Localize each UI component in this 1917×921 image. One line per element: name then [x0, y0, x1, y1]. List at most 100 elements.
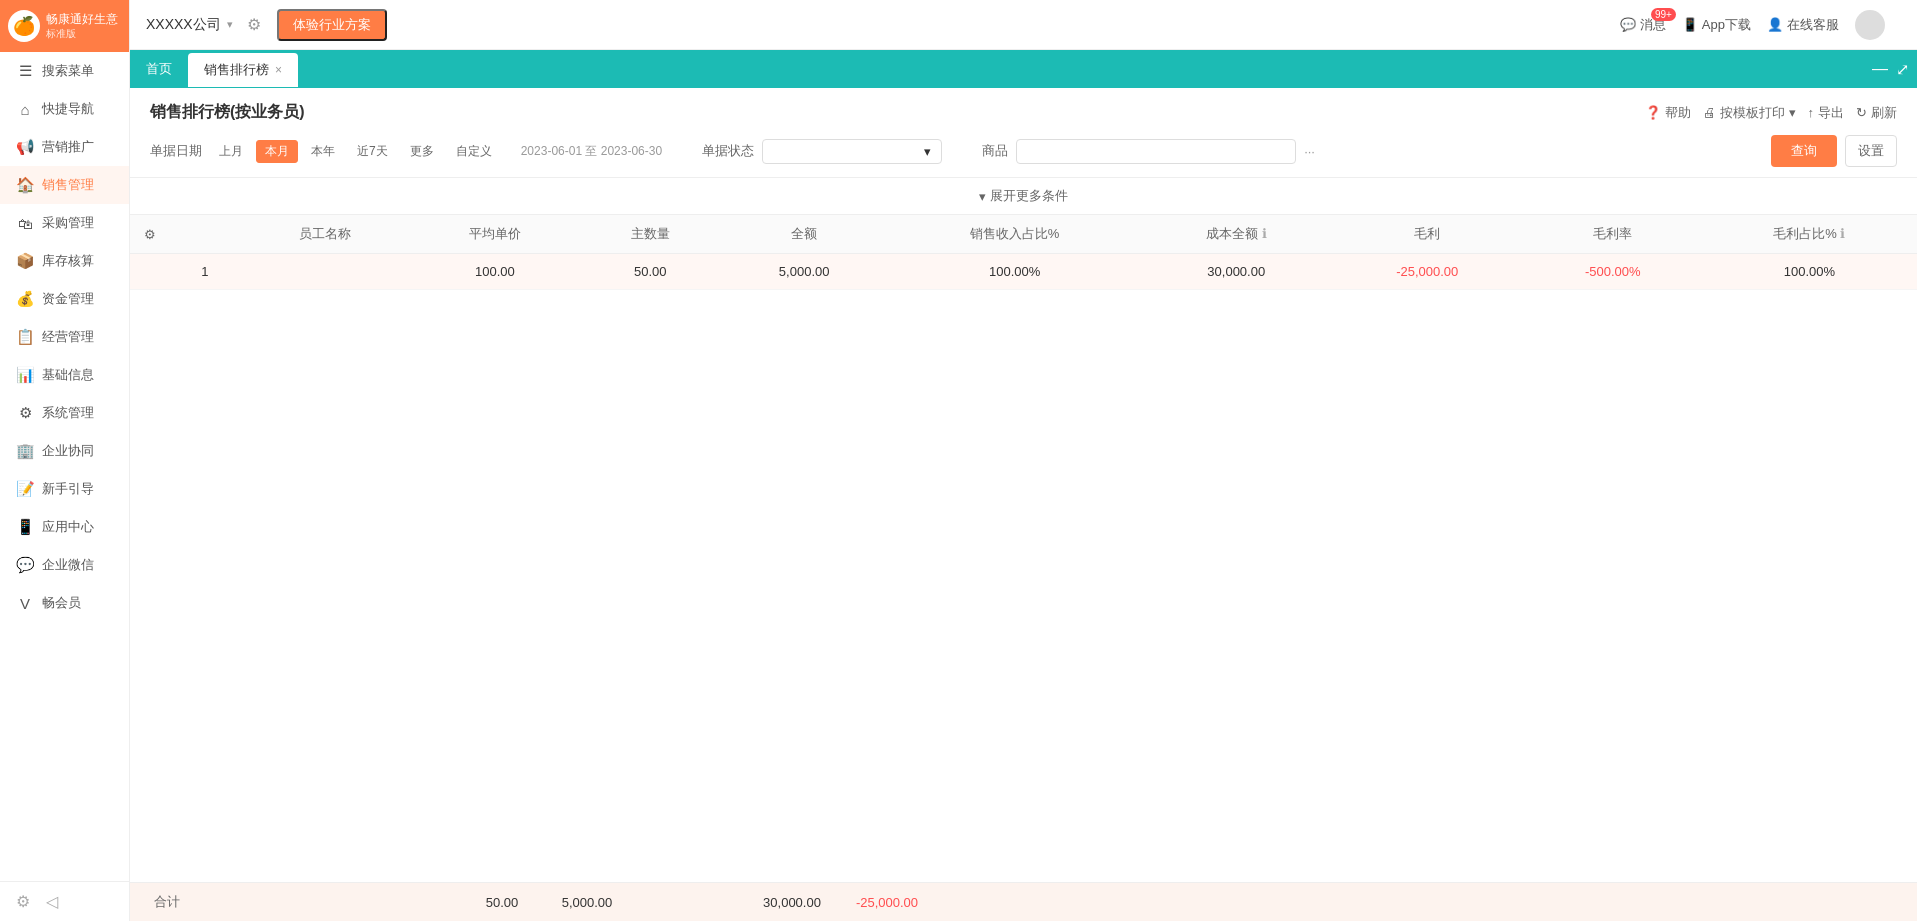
user-avatar[interactable]: [1855, 10, 1885, 40]
sidebar-item-purchase[interactable]: 🛍 采购管理: [0, 204, 129, 242]
sidebar-collapse-icon[interactable]: ◁: [46, 892, 58, 911]
sidebar-item-system[interactable]: ⚙ 系统管理: [0, 394, 129, 432]
query-button[interactable]: 查询: [1771, 135, 1837, 167]
date-filter-label: 单据日期: [150, 142, 202, 160]
sidebar-label-inventory: 库存核算: [42, 252, 94, 270]
expand-label: 展开更多条件: [990, 187, 1068, 205]
topbar-right: 💬 消息 99+ 📱 App下载 👤 在线客服: [1620, 10, 1901, 40]
tab-minimize-icon[interactable]: —: [1872, 60, 1888, 78]
col-header-employee: 员工名称: [240, 215, 410, 254]
page-title-row: 销售排行榜(按业务员) ❓ 帮助 🖨 按模板打印 ▾ ↑ 导出: [150, 102, 1897, 123]
date-range-display: 2023-06-01 至 2023-06-30: [521, 143, 662, 160]
topbar-gear-icon[interactable]: ⚙: [247, 15, 261, 34]
goods-input[interactable]: [1025, 144, 1287, 159]
row-amount-cell: 5,000.00: [721, 254, 888, 290]
col-header-cost: 成本全额 ℹ: [1142, 215, 1331, 254]
company-name: XXXXX公司: [146, 16, 221, 34]
content-area: 销售排行榜(按业务员) ❓ 帮助 🖨 按模板打印 ▾ ↑ 导出: [130, 88, 1917, 921]
footer-gross-cell: -25,000.00: [842, 895, 932, 910]
more-options-icon[interactable]: ···: [1304, 144, 1315, 159]
date-btn-custom[interactable]: 自定义: [447, 140, 501, 163]
sidebar-item-enterprise[interactable]: 🏢 企业协同: [0, 432, 129, 470]
sidebar-item-marketing[interactable]: 📢 营销推广: [0, 128, 129, 166]
footer-employee-cell: [282, 895, 382, 910]
message-icon: 💬: [1620, 17, 1636, 32]
sidebar-label-sales: 销售管理: [42, 176, 94, 194]
date-btn-lastmonth[interactable]: 上月: [210, 140, 252, 163]
sidebar-item-sales[interactable]: 🏠 销售管理: [0, 166, 129, 204]
expand-row: ▾ 展开更多条件: [130, 178, 1917, 215]
table-header-row: ⚙ 员工名称 平均单价 主数量 全额 销售收入占比% 成本全额 ℹ 毛利 毛利率…: [130, 215, 1917, 254]
sidebar-item-quicknav[interactable]: ⌂ 快捷导航: [0, 90, 129, 128]
company-chevron-icon: ▾: [227, 18, 233, 31]
sidebar-item-search[interactable]: ☰ 搜索菜单: [0, 52, 129, 90]
help-button[interactable]: ❓ 帮助: [1645, 104, 1691, 122]
data-table: ⚙ 员工名称 平均单价 主数量 全额 销售收入占比% 成本全额 ℹ 毛利 毛利率…: [130, 215, 1917, 290]
row-settings-cell: [130, 254, 170, 290]
page-actions: ❓ 帮助 🖨 按模板打印 ▾ ↑ 导出 ↻ 刷新: [1645, 104, 1898, 122]
help-icon: ❓: [1645, 105, 1661, 120]
date-btn-7days[interactable]: 近7天: [348, 140, 397, 163]
sidebar-item-inventory[interactable]: 📦 库存核算: [0, 242, 129, 280]
col-header-amount: 全额: [721, 215, 888, 254]
cost-info-icon[interactable]: ℹ: [1262, 226, 1267, 241]
goods-input-box[interactable]: [1016, 139, 1296, 164]
refresh-button[interactable]: ↻ 刷新: [1856, 104, 1897, 122]
tab-sales-ranking[interactable]: 销售排行榜 ×: [188, 53, 298, 87]
sidebar-item-wechat[interactable]: 💬 企业微信: [0, 546, 129, 584]
tab-close-icon[interactable]: ×: [275, 63, 282, 77]
sidebar-label-enterprise: 企业协同: [42, 442, 94, 460]
sidebar-item-finance[interactable]: 💰 资金管理: [0, 280, 129, 318]
tab-sales-ranking-label: 销售排行榜: [204, 61, 269, 79]
gross-pct-info-icon[interactable]: ℹ: [1840, 226, 1845, 241]
operations-icon: 📋: [16, 328, 34, 346]
status-filter-label: 单据状态: [702, 142, 754, 160]
sidebar-label-system: 系统管理: [42, 404, 94, 422]
tab-maximize-icon[interactable]: ⤢: [1896, 60, 1909, 79]
sidebar-settings-icon[interactable]: ⚙: [16, 892, 30, 911]
tab-home-label: 首页: [146, 60, 172, 78]
date-btn-thismonth[interactable]: 本月: [256, 140, 298, 163]
date-filter-group: 单据日期 上月 本月 本年 近7天 更多 自定义: [150, 140, 501, 163]
date-btn-thisyear[interactable]: 本年: [302, 140, 344, 163]
sidebar-item-operations[interactable]: 📋 经营管理: [0, 318, 129, 356]
wechat-icon: 💬: [16, 556, 34, 574]
print-button[interactable]: 🖨 按模板打印 ▾: [1703, 104, 1796, 122]
status-select[interactable]: ▾: [762, 139, 942, 164]
sidebar-label-purchase: 采购管理: [42, 214, 94, 232]
tab-home[interactable]: 首页: [130, 52, 188, 86]
sidebar-item-member[interactable]: V 畅会员: [0, 584, 129, 622]
sidebar-label-operations: 经营管理: [42, 328, 94, 346]
sidebar-item-appcenter[interactable]: 📱 应用中心: [0, 508, 129, 546]
expand-button[interactable]: ▾ 展开更多条件: [967, 184, 1080, 208]
inventory-icon: 📦: [16, 252, 34, 270]
sidebar-bottom: ⚙ ◁: [0, 881, 129, 921]
footer-gross-rate-cell: [932, 895, 1012, 910]
enterprise-icon: 🏢: [16, 442, 34, 460]
export-button[interactable]: ↑ 导出: [1808, 104, 1845, 122]
topbar: XXXXX公司 ▾ ⚙ 体验行业方案 💬 消息 99+ 📱 App下载 👤 在线…: [130, 0, 1917, 50]
app-download-button[interactable]: 📱 App下载: [1682, 16, 1751, 34]
table-footer: 合计 50.00 5,000.00 30,000.00 -25,000.00: [130, 882, 1917, 921]
sales-icon: 🏠: [16, 176, 34, 194]
tabs-bar: 首页 销售排行榜 × — ⤢: [130, 50, 1917, 88]
print-label: 按模板打印: [1720, 104, 1785, 122]
table-area: ⚙ 员工名称 平均单价 主数量 全额 销售收入占比% 成本全额 ℹ 毛利 毛利率…: [130, 215, 1917, 882]
sidebar-label-finance: 资金管理: [42, 290, 94, 308]
online-service-button[interactable]: 👤 在线客服: [1767, 16, 1839, 34]
sidebar-item-guide[interactable]: 📝 新手引导: [0, 470, 129, 508]
table-header: ⚙ 员工名称 平均单价 主数量 全额 销售收入占比% 成本全额 ℹ 毛利 毛利率…: [130, 215, 1917, 254]
export-label: 导出: [1818, 104, 1844, 122]
refresh-label: 刷新: [1871, 104, 1897, 122]
trial-button[interactable]: 体验行业方案: [277, 9, 387, 41]
sidebar-item-basicinfo[interactable]: 📊 基础信息: [0, 356, 129, 394]
finance-icon: 💰: [16, 290, 34, 308]
appcenter-icon: 📱: [16, 518, 34, 536]
message-button[interactable]: 💬 消息 99+: [1620, 16, 1666, 34]
company-selector[interactable]: XXXXX公司 ▾: [146, 16, 233, 34]
col-header-settings[interactable]: ⚙: [130, 215, 170, 254]
action-buttons: 查询 设置: [1771, 135, 1897, 167]
logo-line2: 标准版: [46, 27, 118, 40]
date-btn-more[interactable]: 更多: [401, 140, 443, 163]
settings-button[interactable]: 设置: [1845, 135, 1897, 167]
